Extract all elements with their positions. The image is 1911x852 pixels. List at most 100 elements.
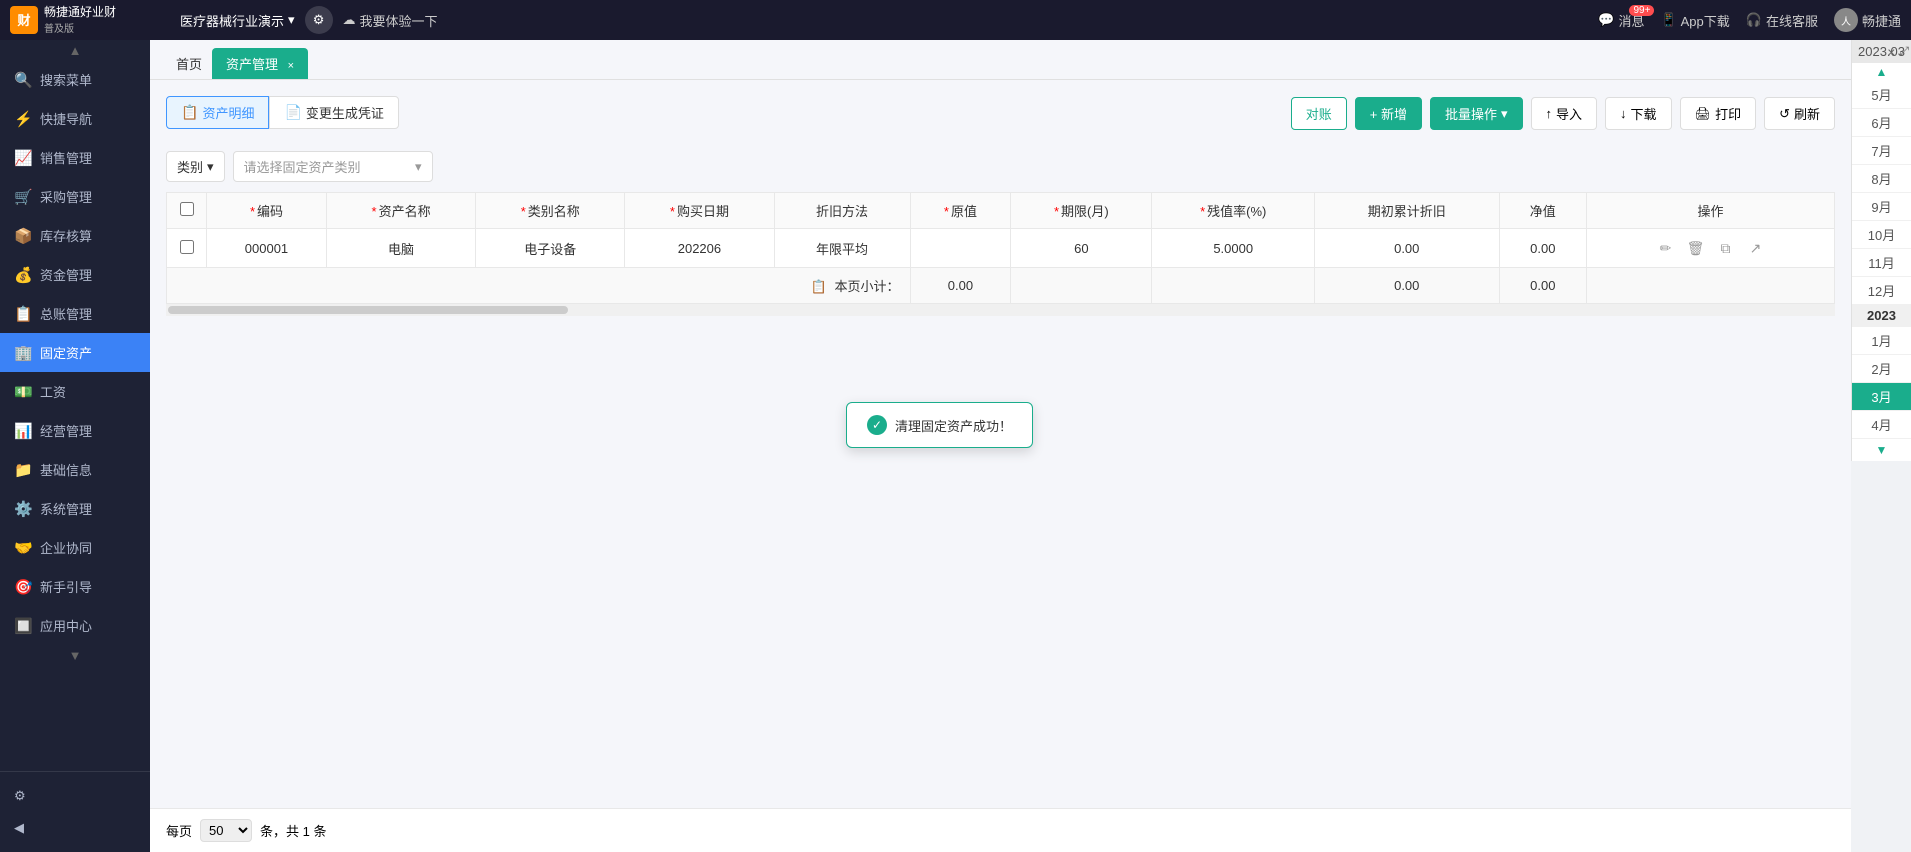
header-residual-rate: *残值率(%) <box>1152 193 1315 229</box>
header-depreciation-method: 折旧方法 <box>774 193 910 229</box>
per-page-select[interactable]: 50 10 20 100 <box>200 819 252 842</box>
sidebar-item-system[interactable]: ⚙️ 系统管理 <box>0 489 150 528</box>
cell-depreciation-method: 年限平均 <box>774 229 910 268</box>
sidebar-item-inventory[interactable]: 📦 库存核算 <box>0 216 150 255</box>
reconcile-button[interactable]: 对账 <box>1291 97 1347 130</box>
calendar-month-9[interactable]: 9月 <box>1852 193 1911 221</box>
panel-close-button[interactable]: × <box>1887 44 1895 60</box>
sales-icon: 📈 <box>14 149 32 167</box>
assets-table: *编码 *资产名称 *类别名称 *购买日期 <box>166 192 1835 304</box>
calendar-month-8[interactable]: 8月 <box>1852 165 1911 193</box>
calendar-month-1[interactable]: 1月 <box>1852 327 1911 355</box>
calendar-month-5[interactable]: 5月 <box>1852 81 1911 109</box>
sidebar-label-ledger: 总账管理 <box>40 304 92 323</box>
subtotal-initial-depreciation: 0.00 <box>1315 268 1499 304</box>
calendar-scroll[interactable]: 5月 6月 7月 8月 9月 10月 11月 12月 2023 1月 2月 3月… <box>1852 81 1911 439</box>
calendar-month-7[interactable]: 7月 <box>1852 137 1911 165</box>
category-filter-input[interactable]: 请选择固定资产类别 ▾ <box>233 151 433 182</box>
sidebar-item-ledger[interactable]: 📋 总账管理 <box>0 294 150 333</box>
change-voucher-icon: 📄 <box>284 104 301 121</box>
messages-button[interactable]: 💬 消息 99+ <box>1598 11 1644 30</box>
sidebar-scroll-up[interactable]: ▲ <box>0 40 150 60</box>
calendar-scroll-down[interactable]: ▼ <box>1852 439 1911 461</box>
calendar-month-4[interactable]: 4月 <box>1852 411 1911 439</box>
sidebar-item-purchase[interactable]: 🛒 采购管理 <box>0 177 150 216</box>
delete-action-btn[interactable]: 🗑 <box>1685 237 1707 259</box>
pagination-bar: 每页 50 10 20 100 条，共 1 条 <box>150 808 1851 852</box>
subtotal-row: 📋 本页小计： 0.00 0.00 0.00 <box>167 268 1835 304</box>
experience-button[interactable]: ☁ 我要体验一下 <box>343 11 438 30</box>
collapse-icon: ◀ <box>14 820 24 836</box>
sidebar-label-fixed-assets: 固定资产 <box>40 343 92 362</box>
online-service-button[interactable]: 🎧 在线客服 <box>1746 11 1818 30</box>
sidebar-item-payroll[interactable]: 💵 工资 <box>0 372 150 411</box>
category-select[interactable]: 类别 ▾ <box>166 151 225 182</box>
cell-net-value: 0.00 <box>1499 229 1587 268</box>
user-menu[interactable]: 人 畅捷通 <box>1834 8 1901 32</box>
copy-action-btn[interactable]: ⧉ <box>1715 237 1737 259</box>
system-icon: ⚙️ <box>14 500 32 518</box>
top-bar: 财 畅捷通好业财 普及版 医疗器械行业演示 ▾ ⚙ ☁ 我要体验一下 💬 消息 … <box>0 0 1911 40</box>
batch-dropdown-icon: ▾ <box>1501 106 1508 122</box>
sidebar-item-search[interactable]: 🔍 搜索菜单 <box>0 60 150 99</box>
calendar-scroll-up[interactable]: ▲ <box>1852 63 1911 81</box>
sidebar-scroll-down[interactable]: ▼ <box>0 645 150 665</box>
edit-action-btn[interactable]: ✏ <box>1655 237 1677 259</box>
calendar-month-10[interactable]: 10月 <box>1852 221 1911 249</box>
download-icon: ↓ <box>1620 106 1627 121</box>
sub-tabs-toolbar-row: 📋 资产明细 📄 变更生成凭证 对账 + 新增 <box>166 96 1835 141</box>
sidebar-item-cooperation[interactable]: 🤝 企业协同 <box>0 528 150 567</box>
toast-message: 清理固定资产成功！ <box>895 416 1012 435</box>
app-download-button[interactable]: 📱 App下载 <box>1660 11 1729 30</box>
import-button[interactable]: ↑ 导入 <box>1531 97 1598 130</box>
select-all-checkbox[interactable] <box>180 202 194 216</box>
cell-original-value <box>910 229 1011 268</box>
cloud-icon: ☁ <box>343 12 356 28</box>
calendar-month-12[interactable]: 12月 <box>1852 277 1911 305</box>
sidebar-label-sales: 销售管理 <box>40 148 92 167</box>
more-action-btn[interactable]: ↗ <box>1745 237 1767 259</box>
sidebar-item-sales[interactable]: 📈 销售管理 <box>0 138 150 177</box>
sidebar-item-guide[interactable]: 🎯 新手引导 <box>0 567 150 606</box>
calendar-month-6[interactable]: 6月 <box>1852 109 1911 137</box>
settings-icon[interactable]: ⚙ <box>305 6 333 34</box>
tab-home[interactable]: 首页 <box>166 48 212 79</box>
sidebar-item-operations[interactable]: 📊 经营管理 <box>0 411 150 450</box>
header-name: *资产名称 <box>326 193 475 229</box>
sidebar-item-quick-nav[interactable]: ⚡ 快捷导航 <box>0 99 150 138</box>
sidebar-item-fixed-assets[interactable]: 🏢 固定资产 <box>0 333 150 372</box>
avatar: 人 <box>1834 8 1858 32</box>
calendar-month-3-current[interactable]: 3月 <box>1852 383 1911 411</box>
batch-ops-button[interactable]: 批量操作 ▾ <box>1430 97 1523 130</box>
asset-detail-icon: 📋 <box>181 104 198 121</box>
tab-close-icon[interactable]: × <box>288 60 294 72</box>
print-button[interactable]: 🖨 打印 <box>1680 97 1757 130</box>
scrollbar-thumb[interactable] <box>168 306 568 314</box>
company-selector[interactable]: 医疗器械行业演示 ▾ <box>180 11 295 30</box>
right-panel-wrapper: × ⤢ 2023.03 ▲ 5月 6月 7月 8月 9月 10月 11月 12月… <box>1851 40 1911 852</box>
tab-asset-management[interactable]: 资产管理 × <box>212 48 308 79</box>
panel-expand-button[interactable]: ⤢ <box>1899 44 1909 60</box>
sidebar-item-app-center[interactable]: 🔲 应用中心 <box>0 606 150 645</box>
cell-category: 电子设备 <box>476 229 625 268</box>
calendar-month-11[interactable]: 11月 <box>1852 249 1911 277</box>
sidebar-item-basic-info[interactable]: 📁 基础信息 <box>0 450 150 489</box>
download-button[interactable]: ↓ 下载 <box>1605 97 1672 130</box>
sidebar-settings-button[interactable]: ⚙ <box>0 780 150 812</box>
cell-name: 电脑 <box>326 229 475 268</box>
inventory-icon: 📦 <box>14 227 32 245</box>
main-layout: ▲ 🔍 搜索菜单 ⚡ 快捷导航 📈 销售管理 🛒 采购管理 📦 库存核算 💰 资… <box>0 40 1911 852</box>
sub-tab-change-voucher[interactable]: 📄 变更生成凭证 <box>269 96 398 129</box>
calendar-month-2[interactable]: 2月 <box>1852 355 1911 383</box>
sidebar-label-inventory: 库存核算 <box>40 226 92 245</box>
refresh-icon: ↺ <box>1779 106 1790 122</box>
row-checkbox[interactable] <box>180 240 194 254</box>
sub-tab-asset-detail[interactable]: 📋 资产明细 <box>166 96 269 129</box>
new-button[interactable]: + 新增 <box>1355 97 1422 130</box>
sidebar-collapse-button[interactable]: ◀ <box>0 812 150 844</box>
horizontal-scrollbar[interactable] <box>166 304 1835 316</box>
refresh-button[interactable]: ↺ 刷新 <box>1764 97 1835 130</box>
toolbar: 对账 + 新增 批量操作 ▾ ↑ 导入 ↓ 下载 <box>1291 97 1835 130</box>
sidebar-label-funds: 资金管理 <box>40 265 92 284</box>
sidebar-item-funds[interactable]: 💰 资金管理 <box>0 255 150 294</box>
